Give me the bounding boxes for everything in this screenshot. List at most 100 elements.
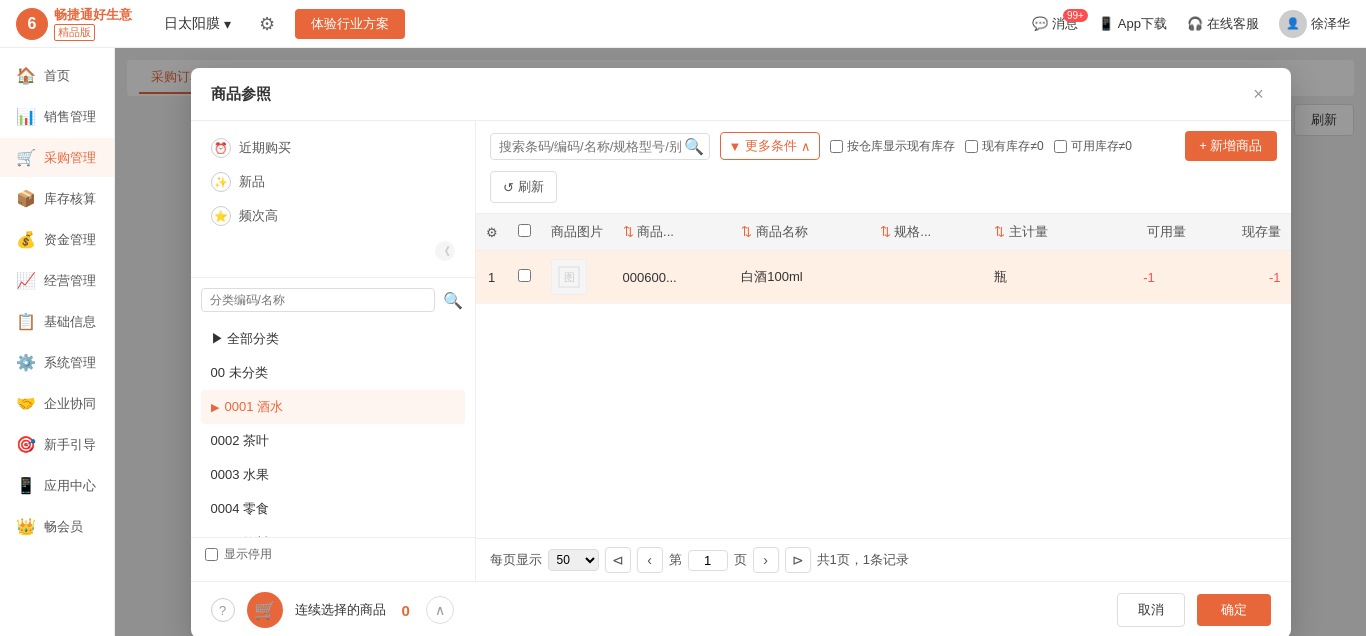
basic-icon: 📋 — [16, 312, 36, 331]
settings-icon[interactable]: ⚙ — [251, 8, 283, 40]
row-stock: -1 — [1196, 251, 1290, 304]
system-icon: ⚙️ — [16, 353, 36, 372]
category-0002[interactable]: 0002 茶叶 — [201, 424, 465, 458]
col-name[interactable]: ⇅ 商品名称 — [731, 214, 870, 251]
add-product-btn[interactable]: + 新增商品 — [1185, 131, 1276, 161]
inventory-icon: 📦 — [16, 189, 36, 208]
notification-badge: 99+ — [1063, 9, 1088, 22]
select-all-checkbox[interactable] — [518, 224, 531, 237]
sidebar-item-purchase[interactable]: 🛒 采购管理 — [0, 138, 114, 177]
sidebar-item-app[interactable]: 📱 应用中心 — [0, 466, 114, 505]
sort-icon3: ⇅ — [880, 224, 891, 239]
col-image[interactable]: 商品图片 — [541, 214, 613, 251]
nav-right: 💬 消息 99+ 📱 App下载 🎧 在线客服 👤 徐泽华 — [1032, 10, 1350, 38]
app-icon: 📱 — [1098, 16, 1114, 31]
col-settings[interactable]: ⚙ — [476, 214, 508, 251]
available-nonzero-checkbox[interactable] — [1054, 140, 1067, 153]
col-code[interactable]: ⇅ 商品... — [613, 214, 732, 251]
category-0001[interactable]: ▶ 0001 酒水 — [201, 390, 465, 424]
col-unit[interactable]: ⇅ 主计量 — [984, 214, 1102, 251]
modal-close-btn[interactable]: × — [1247, 82, 1271, 106]
sidebar-item-newbie[interactable]: 🎯 新手引导 — [0, 425, 114, 464]
last-page-btn[interactable]: ⊳ — [785, 547, 811, 573]
continuous-label: 连续选择的商品 — [295, 601, 386, 619]
sidebar-item-home[interactable]: 🏠 首页 — [0, 56, 114, 95]
category-0005[interactable]: 0005 饮料 — [201, 526, 465, 537]
top-nav: 6 畅捷通好生意 精品版 日太阳膜 ▾ ⚙ 体验行业方案 💬 消息 99+ 📱 … — [0, 0, 1366, 48]
table-header-row: ⚙ 商品图片 ⇅ 商品... — [476, 214, 1291, 251]
sidebar-item-inventory[interactable]: 📦 库存核算 — [0, 179, 114, 218]
prev-page-btn[interactable]: ‹ — [637, 547, 663, 573]
right-refresh-btn[interactable]: ↺ 刷新 — [490, 171, 557, 203]
filter-bar: 🔍 ▼ 更多条件 ∧ 按仓库显示现有库存 — [476, 121, 1291, 214]
product-thumbnail: 图 — [551, 259, 587, 295]
category-list: ▶ 全部分类 00 未分类 ▶ 0001 酒水 0002 茶叶 — [191, 318, 475, 537]
more-conditions-btn[interactable]: ▼ 更多条件 ∧ — [720, 132, 821, 160]
category-0003[interactable]: 0003 水果 — [201, 458, 465, 492]
member-icon: 👑 — [16, 517, 36, 536]
quick-frequent[interactable]: ⭐ 频次高 — [201, 199, 465, 233]
app-download-item[interactable]: 📱 App下载 — [1098, 15, 1167, 33]
sidebar-item-system[interactable]: ⚙️ 系统管理 — [0, 343, 114, 382]
finance-icon: 💰 — [16, 230, 36, 249]
category-search-btn[interactable]: 🔍 — [441, 288, 465, 312]
sidebar-item-basic[interactable]: 📋 基础信息 — [0, 302, 114, 341]
recent-icon: ⏰ — [211, 138, 231, 158]
category-search-input[interactable] — [201, 288, 435, 312]
product-search-icon[interactable]: 🔍 — [684, 137, 704, 156]
sidebar-item-enterprise[interactable]: 🤝 企业协同 — [0, 384, 114, 423]
table-row[interactable]: 1 图 — [476, 251, 1291, 304]
sidebar-item-member[interactable]: 👑 畅会员 — [0, 507, 114, 546]
user-item[interactable]: 👤 徐泽华 — [1279, 10, 1350, 38]
row-image: 图 — [541, 251, 613, 304]
modal-body: ⏰ 近期购买 ✨ 新品 ⭐ 频次高 — [191, 121, 1291, 581]
row-checkbox[interactable] — [508, 251, 541, 304]
available-nonzero-filter[interactable]: 可用库存≠0 — [1054, 138, 1132, 155]
footer-collapse-btn[interactable]: ∧ — [426, 596, 454, 624]
sidebar-item-sales[interactable]: 📊 销售管理 — [0, 97, 114, 136]
operations-icon: 📈 — [16, 271, 36, 290]
stock-nonzero-filter[interactable]: 现有库存≠0 — [965, 138, 1043, 155]
confirm-btn[interactable]: 确定 — [1197, 594, 1271, 626]
cart-btn[interactable]: 🛒 — [247, 592, 283, 628]
stock-nonzero-checkbox[interactable] — [965, 140, 978, 153]
filter-icon: ▼ — [729, 139, 742, 154]
row-spec — [870, 251, 984, 304]
notification-icon: 💬 — [1032, 16, 1048, 31]
category-0004[interactable]: 0004 零食 — [201, 492, 465, 526]
next-page-btn[interactable]: › — [753, 547, 779, 573]
experience-btn[interactable]: 体验行业方案 — [295, 9, 405, 39]
first-page-btn[interactable]: ⊲ — [605, 547, 631, 573]
per-page-label: 每页显示 — [490, 551, 542, 569]
chevron-up-icon: ∧ — [801, 139, 811, 154]
per-page-select[interactable]: 50 100 — [548, 549, 599, 571]
show-disabled-checkbox[interactable] — [205, 548, 218, 561]
by-warehouse-filter[interactable]: 按仓库显示现有库存 — [830, 138, 955, 155]
notification-item[interactable]: 💬 消息 99+ — [1032, 15, 1078, 33]
cancel-btn[interactable]: 取消 — [1117, 593, 1185, 627]
help-icon[interactable]: ? — [211, 598, 235, 622]
refresh-icon: ↺ — [503, 180, 514, 195]
category-00[interactable]: 00 未分类 — [201, 356, 465, 390]
quick-recent[interactable]: ⏰ 近期购买 — [201, 131, 465, 165]
col-available[interactable]: 可用量 — [1102, 214, 1196, 251]
col-spec[interactable]: ⇅ 规格... — [870, 214, 984, 251]
purchase-icon: 🛒 — [16, 148, 36, 167]
page-unit: 页 — [734, 551, 747, 569]
category-all[interactable]: ▶ 全部分类 — [201, 322, 465, 356]
product-search-input[interactable] — [490, 133, 710, 160]
col-stock[interactable]: 现存量 — [1196, 214, 1290, 251]
show-disabled-label: 显示停用 — [224, 546, 272, 563]
sidebar-item-finance[interactable]: 💰 资金管理 — [0, 220, 114, 259]
online-service-item[interactable]: 🎧 在线客服 — [1187, 15, 1259, 33]
left-collapse-btn[interactable]: 《 — [435, 241, 455, 261]
by-warehouse-checkbox[interactable] — [830, 140, 843, 153]
nav-dropdown[interactable]: 日太阳膜 ▾ — [156, 11, 239, 37]
sort-icon2: ⇅ — [741, 224, 752, 239]
page-number-input[interactable] — [688, 550, 728, 571]
product-table: ⚙ 商品图片 ⇅ 商品... — [476, 214, 1291, 304]
quick-new[interactable]: ✨ 新品 — [201, 165, 465, 199]
col-checkbox[interactable] — [508, 214, 541, 251]
sidebar-item-operations[interactable]: 📈 经营管理 — [0, 261, 114, 300]
enterprise-icon: 🤝 — [16, 394, 36, 413]
